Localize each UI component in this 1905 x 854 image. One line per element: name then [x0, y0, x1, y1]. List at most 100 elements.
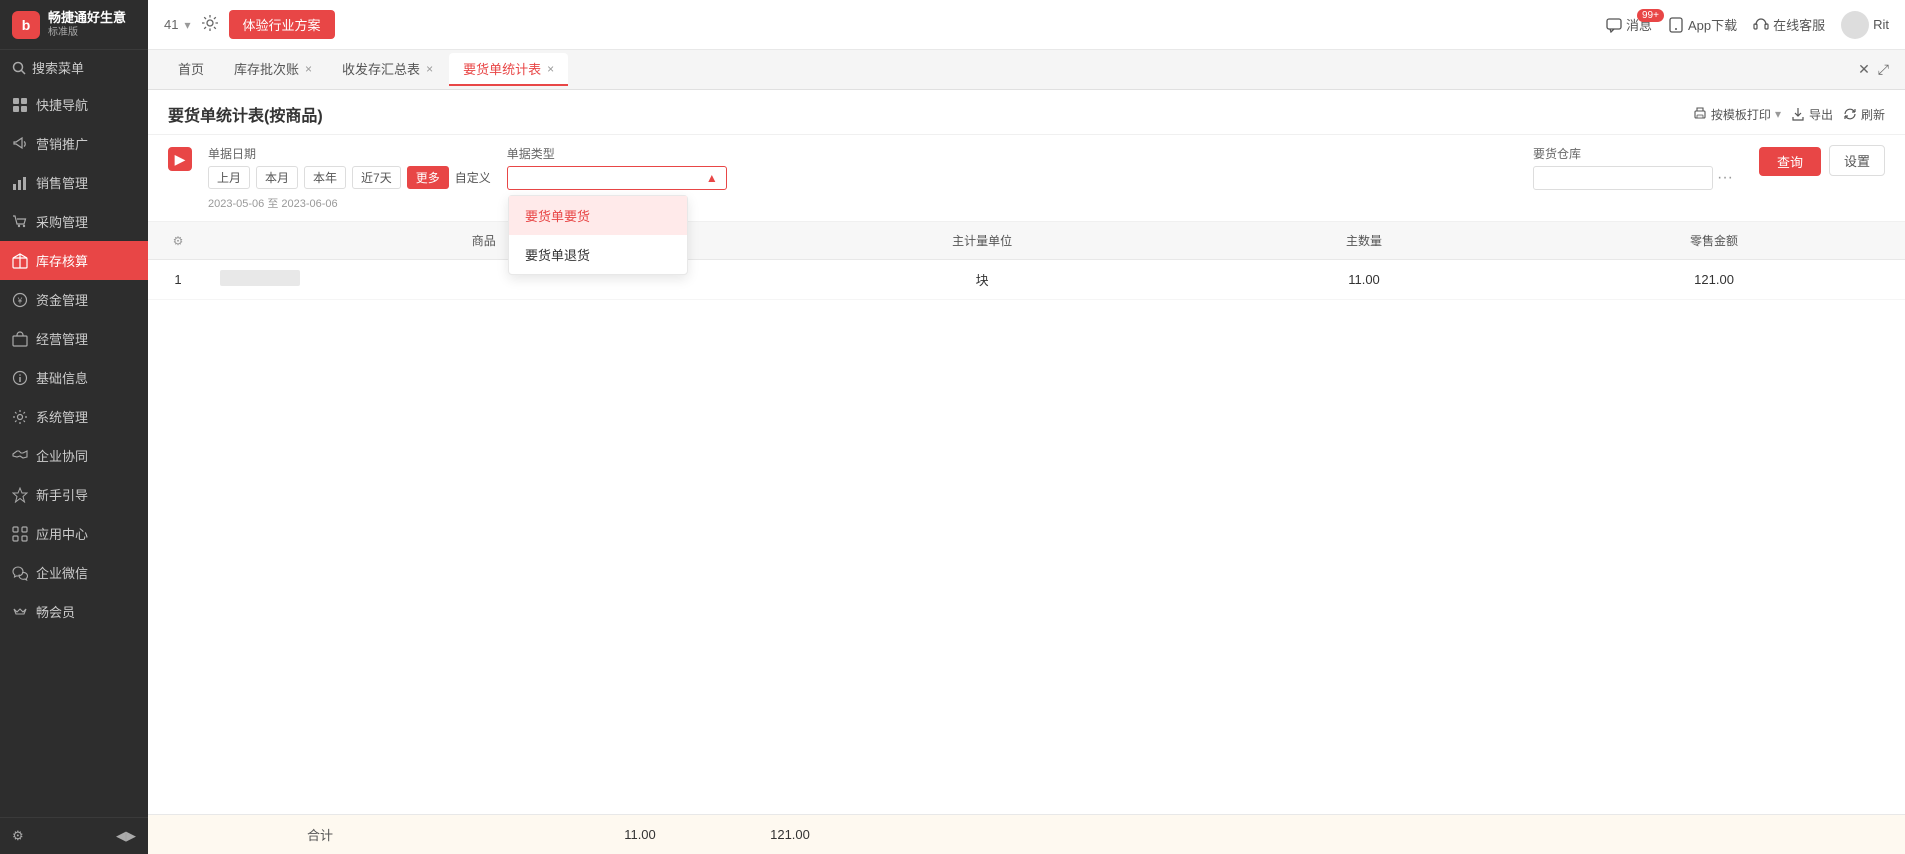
store-chevron-icon: ▾	[184, 18, 190, 32]
col-header-amount: 零售金额	[1523, 222, 1905, 260]
table-footer: 合计 11.00 121.00	[148, 814, 1905, 854]
date-range-display: 2023-05-06 至 2023-06-06	[208, 195, 491, 211]
money-icon: ¥	[12, 292, 28, 308]
cell-unit: 块	[759, 260, 1204, 300]
filter-type-input[interactable]: ​ ▲	[507, 166, 727, 190]
cell-seq: 1	[148, 260, 208, 300]
col-header-unit: 主计量单位	[759, 222, 1204, 260]
dropdown-item-return[interactable]: 要货单退货	[509, 235, 687, 274]
vip-icon	[12, 604, 28, 620]
sidebar-item-beginner[interactable]: 新手引导	[0, 475, 148, 514]
filter-date-controls: 上月 本月 本年 近7天 更多 自定义	[208, 166, 491, 189]
sidebar-item-enterprise[interactable]: 企业协同	[0, 436, 148, 475]
filter-area: ▶ 单据日期 上月 本月 本年 近7天 更多 自定义 2023-05-06 至 …	[148, 135, 1905, 222]
content-area: 要货单统计表(按商品) 按模板打印 ▾ 导出 刷新 ▶	[148, 90, 1905, 854]
date-custom-btn[interactable]: 自定义	[455, 169, 491, 186]
col-settings-icon[interactable]: ⚙	[173, 234, 184, 248]
wechat-icon	[12, 565, 28, 581]
grid-icon	[12, 97, 28, 113]
message-badge: 99+	[1637, 9, 1664, 22]
table-area: ⚙ 商品 主计量单位 主数量 零售金额 1 块	[148, 222, 1905, 814]
trial-btn[interactable]: 体验行业方案	[229, 10, 335, 39]
sidebar-item-inventory[interactable]: 库存核算	[0, 241, 148, 280]
warehouse-more-btn[interactable]: ···	[1717, 169, 1733, 187]
close-tab-order-stats[interactable]: ×	[547, 62, 554, 76]
sidebar-nav: 快捷导航 营销推广 销售管理 采购管理 库存核算 ¥ 资金管理 经营管理 基础信	[0, 85, 148, 817]
footer-quantity-val: 11.00	[540, 827, 740, 842]
date-btn-last-month[interactable]: 上月	[208, 166, 250, 189]
query-btn[interactable]: 查询	[1759, 147, 1821, 176]
date-btn-more[interactable]: 更多	[407, 166, 449, 189]
sidebar: b 畅捷通好生意 标准版 搜索菜单 快捷导航 营销推广 销售管理 采购管理	[0, 0, 148, 854]
filter-warehouse-input[interactable]: ​	[1533, 166, 1713, 190]
page-actions: 按模板打印 ▾ 导出 刷新	[1693, 106, 1885, 123]
sidebar-logo: b 畅捷通好生意 标准版	[0, 0, 148, 50]
sidebar-settings-btn[interactable]: ⚙	[12, 828, 24, 844]
sidebar-item-wechat-biz[interactable]: 企业微信	[0, 553, 148, 592]
sidebar-item-system[interactable]: 系统管理	[0, 397, 148, 436]
info-icon	[12, 370, 28, 386]
close-tab-inventory-batch[interactable]: ×	[305, 62, 312, 76]
tab-inventory-batch[interactable]: 库存批次账 ×	[220, 53, 326, 86]
tabbar-controls: ✕ ⤢	[1858, 61, 1889, 78]
sidebar-item-finance[interactable]: ¥ 资金管理	[0, 280, 148, 319]
page-header: 要货单统计表(按商品) 按模板打印 ▾ 导出 刷新	[148, 90, 1905, 135]
col-header-settings[interactable]: ⚙	[148, 222, 208, 260]
main-area: 41 ▾ 体验行业方案 消息 99+ App下载 在线客服	[148, 0, 1905, 854]
app-logo-text: 畅捷通好生意 标准版	[48, 10, 126, 40]
export-btn[interactable]: 导出	[1791, 106, 1833, 123]
sidebar-item-operations[interactable]: 经营管理	[0, 319, 148, 358]
gear-icon	[12, 409, 28, 425]
user-avatar[interactable]: Rit	[1841, 11, 1889, 39]
app-download-btn[interactable]: App下载	[1668, 15, 1737, 34]
topbar-right: 消息 99+ App下载 在线客服 Rit	[1606, 11, 1889, 39]
sidebar-item-marketing[interactable]: 营销推广	[0, 124, 148, 163]
table-row: 1 块 11.00 121.00	[148, 260, 1905, 300]
filter-warehouse-group: 要货仓库 ​ ···	[1533, 145, 1733, 190]
box-icon	[12, 253, 28, 269]
sidebar-item-sales[interactable]: 销售管理	[0, 163, 148, 202]
page-title: 要货单统计表(按商品)	[168, 102, 323, 126]
sidebar-item-app-center[interactable]: 应用中心	[0, 514, 148, 553]
app-logo-icon: b	[12, 11, 40, 39]
avatar-img	[1841, 11, 1869, 39]
tab-home[interactable]: 首页	[164, 53, 218, 86]
sidebar-item-basics[interactable]: 基础信息	[0, 358, 148, 397]
sidebar-item-quick-nav[interactable]: 快捷导航	[0, 85, 148, 124]
date-btn-this-year[interactable]: 本年	[304, 166, 346, 189]
headset-icon	[1753, 17, 1769, 33]
settings-filter-btn[interactable]: 设置	[1829, 145, 1885, 176]
search-icon	[12, 61, 26, 75]
table-header-row: ⚙ 商品 主计量单位 主数量 零售金额	[148, 222, 1905, 260]
chart-icon	[12, 175, 28, 191]
sidebar-item-purchase[interactable]: 采购管理	[0, 202, 148, 241]
col-header-quantity: 主数量	[1205, 222, 1523, 260]
message-btn[interactable]: 消息 99+	[1606, 15, 1652, 34]
sidebar-item-member[interactable]: 畅会员	[0, 592, 148, 631]
date-btn-this-month[interactable]: 本月	[256, 166, 298, 189]
sidebar-search[interactable]: 搜索菜单	[0, 50, 148, 85]
store-selector[interactable]: 41 ▾	[164, 17, 191, 32]
dropdown-item-order[interactable]: 要货单要货	[509, 196, 687, 235]
close-tab-receive-summary[interactable]: ×	[426, 62, 433, 76]
date-btn-7days[interactable]: 近7天	[352, 166, 401, 189]
filter-type-group: 单据类型 ​ ▲	[507, 145, 727, 190]
handshake-icon	[12, 448, 28, 464]
print-icon	[1693, 107, 1707, 121]
star-icon	[12, 487, 28, 503]
cart-icon	[12, 214, 28, 230]
cell-amount: 121.00	[1523, 260, 1905, 300]
export-icon	[1791, 107, 1805, 121]
print-btn[interactable]: 按模板打印 ▾	[1693, 106, 1781, 123]
topbar-settings-icon[interactable]	[201, 14, 219, 35]
expand-tabs-btn[interactable]: ⤢	[1878, 61, 1889, 78]
sidebar-collapse-btn[interactable]: ◀▶	[116, 828, 136, 844]
online-service-btn[interactable]: 在线客服	[1753, 15, 1825, 34]
tab-receive-summary[interactable]: 收发存汇总表 ×	[328, 53, 447, 86]
refresh-btn[interactable]: 刷新	[1843, 106, 1885, 123]
tab-order-stats[interactable]: 要货单统计表 ×	[449, 53, 568, 86]
app-download-icon	[1668, 17, 1684, 33]
close-all-tabs-btn[interactable]: ✕	[1858, 61, 1870, 78]
topbar: 41 ▾ 体验行业方案 消息 99+ App下载 在线客服	[148, 0, 1905, 50]
filter-expand-btn[interactable]: ▶	[168, 147, 192, 171]
